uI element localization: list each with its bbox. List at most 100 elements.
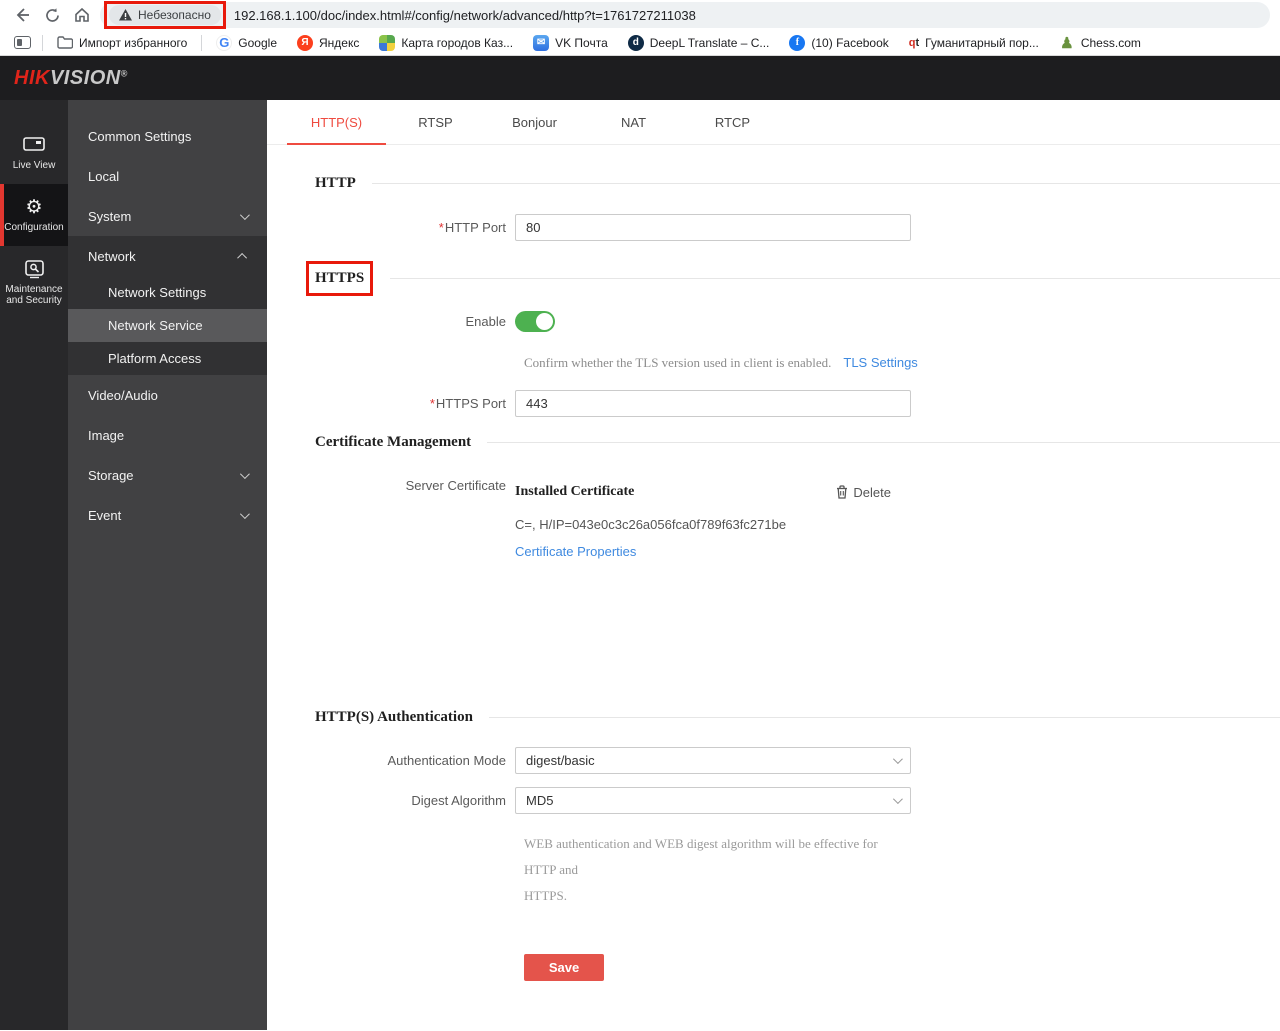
bookmark-label: Яндекс: [319, 35, 360, 50]
annotation-box-security: Небезопасно: [104, 1, 226, 29]
maintenance-icon: [24, 259, 44, 279]
logo-reg: ®: [120, 67, 128, 78]
map-icon: [379, 34, 396, 51]
tab-nat[interactable]: NAT: [584, 100, 683, 144]
logo-hik: HIK: [14, 66, 50, 89]
bookmark-google[interactable]: G Google: [210, 34, 283, 51]
section-certificate: Certificate Management: [315, 434, 1280, 451]
save-button[interactable]: Save: [524, 954, 604, 981]
tab-https[interactable]: HTTP(S): [287, 100, 386, 145]
menu-label: Event: [88, 507, 122, 523]
tls-settings-link[interactable]: TLS Settings: [843, 355, 917, 370]
https-port-row: *HTTPS Port: [267, 390, 1280, 417]
chevron-up-icon: [237, 252, 248, 263]
rail-item-maintenance[interactable]: Maintenance and Security: [0, 246, 68, 319]
bookmark-label: (10) Facebook: [811, 35, 889, 50]
back-button[interactable]: [10, 3, 34, 27]
http-port-input[interactable]: [515, 214, 911, 241]
tab-rtcp[interactable]: RTCP: [683, 100, 782, 144]
menu-item-event[interactable]: Event: [68, 495, 267, 535]
side-panel-icon[interactable]: [10, 31, 34, 55]
bookmark-vk-mail[interactable]: ✉ VK Почта: [527, 34, 614, 51]
authentication-mode-row: Authentication Mode digest/basic: [267, 747, 1280, 774]
server-certificate-label: Server Certificate: [405, 478, 506, 493]
authentication-mode-value: digest/basic: [526, 753, 595, 768]
menu-item-network-service[interactable]: Network Service: [68, 309, 267, 342]
menu-item-platform-access[interactable]: Platform Access: [68, 342, 267, 375]
warning-icon: [119, 9, 132, 21]
tab-rtsp[interactable]: RTSP: [386, 100, 485, 144]
reload-button[interactable]: [40, 3, 64, 27]
chevron-down-icon: [239, 468, 250, 479]
deepl-icon: d: [627, 34, 644, 51]
http-port-label: *HTTP Port: [438, 220, 506, 235]
menu-label: Local: [88, 168, 120, 184]
menu-item-common-settings[interactable]: Common Settings: [68, 116, 267, 156]
gear-icon: ⚙: [25, 196, 43, 218]
divider: [201, 34, 203, 51]
menu-item-storage[interactable]: Storage: [68, 455, 267, 495]
rail-item-label: Live View: [12, 160, 56, 171]
menu-item-network-settings[interactable]: Network Settings: [68, 276, 267, 309]
certificate-properties-link[interactable]: Certificate Properties: [515, 544, 636, 559]
bookmark-label: Карта городов Каз...: [401, 35, 514, 50]
divider: [42, 34, 43, 51]
bookmark-label: VK Почта: [555, 35, 608, 50]
https-enable-toggle[interactable]: [515, 311, 555, 332]
menu-item-image[interactable]: Image: [68, 415, 267, 455]
delete-label: Delete: [853, 484, 891, 500]
bookmark-label: Chess.com: [1080, 35, 1141, 50]
menu-label: Storage: [88, 467, 134, 483]
https-port-input[interactable]: [515, 390, 911, 417]
bookmark-label: Гуманитарный пор...: [925, 35, 1039, 50]
section-http-title: HTTP: [315, 175, 356, 191]
bookmark-map[interactable]: Карта городов Каз...: [373, 34, 519, 51]
folder-icon: [57, 36, 73, 49]
toggle-knob: [536, 313, 553, 330]
app-header: HIKVISION®: [0, 56, 1280, 100]
bookmark-yandex[interactable]: Я Яндекс: [291, 34, 365, 51]
facebook-icon: f: [789, 34, 806, 51]
address-bar[interactable]: Небезопасно 192.168.1.100/doc/index.html…: [100, 1, 1270, 29]
digest-algorithm-label: Digest Algorithm: [411, 793, 506, 808]
menu-item-video-audio[interactable]: Video/Audio: [68, 375, 267, 415]
bookmarks-bar: Импорт избранного G Google Я Яндекс Карт…: [0, 30, 1280, 56]
rail-item-live-view[interactable]: Live View: [0, 122, 68, 184]
section-authentication-title: HTTP(S) Authentication: [315, 709, 473, 725]
authentication-note: WEB authentication and WEB digest algori…: [524, 831, 904, 909]
hikvision-logo: HIKVISION®: [14, 67, 128, 90]
menu-label: Video/Audio: [88, 387, 158, 403]
bookmark-facebook[interactable]: f (10) Facebook: [783, 34, 894, 51]
note-line-2: HTTPS.: [524, 888, 567, 903]
chess-pawn-icon: ♟: [1060, 34, 1074, 52]
bookmark-import[interactable]: Импорт избранного: [51, 36, 193, 50]
authentication-mode-label: Authentication Mode: [387, 753, 506, 768]
rail-item-configuration[interactable]: ⚙ Configuration: [0, 184, 68, 246]
installed-certificate-title: Installed Certificate: [515, 484, 635, 499]
bookmark-label: Импорт избранного: [79, 35, 188, 50]
https-enable-row: Enable: [267, 311, 1280, 332]
menu-item-system[interactable]: System: [68, 196, 267, 236]
required-mark: *: [438, 220, 444, 235]
bookmark-chess[interactable]: ♟ Chess.com: [1053, 34, 1147, 52]
browser-toolbar: Небезопасно 192.168.1.100/doc/index.html…: [0, 0, 1280, 30]
security-chip[interactable]: Небезопасно: [109, 5, 221, 25]
rail-item-label: Maintenance and Security: [5, 284, 63, 306]
divider: [487, 442, 1280, 443]
menu-label: Network: [88, 248, 136, 264]
bookmark-humanitarian[interactable]: qt Гуманитарный пор...: [903, 35, 1045, 51]
tls-hint-row: Confirm whether the TLS version used in …: [524, 355, 1280, 371]
menu-item-network[interactable]: Network: [68, 236, 267, 276]
url-text: 192.168.1.100/doc/index.html#/config/net…: [233, 7, 696, 23]
vk-mail-icon: ✉: [533, 34, 550, 51]
home-button[interactable]: [70, 3, 94, 27]
certificate-subject: C=, H/IP=043e0c3c26a056fca0f789f63fc271b…: [515, 517, 787, 532]
divider: [390, 278, 1280, 279]
tab-bonjour[interactable]: Bonjour: [485, 100, 584, 144]
authentication-mode-select[interactable]: digest/basic: [515, 747, 911, 774]
https-enable-label: Enable: [465, 314, 506, 329]
delete-certificate-button[interactable]: Delete: [836, 485, 891, 500]
menu-item-local[interactable]: Local: [68, 156, 267, 196]
digest-algorithm-select[interactable]: MD5: [515, 787, 911, 814]
bookmark-deepl[interactable]: d DeepL Translate – C...: [622, 34, 776, 51]
